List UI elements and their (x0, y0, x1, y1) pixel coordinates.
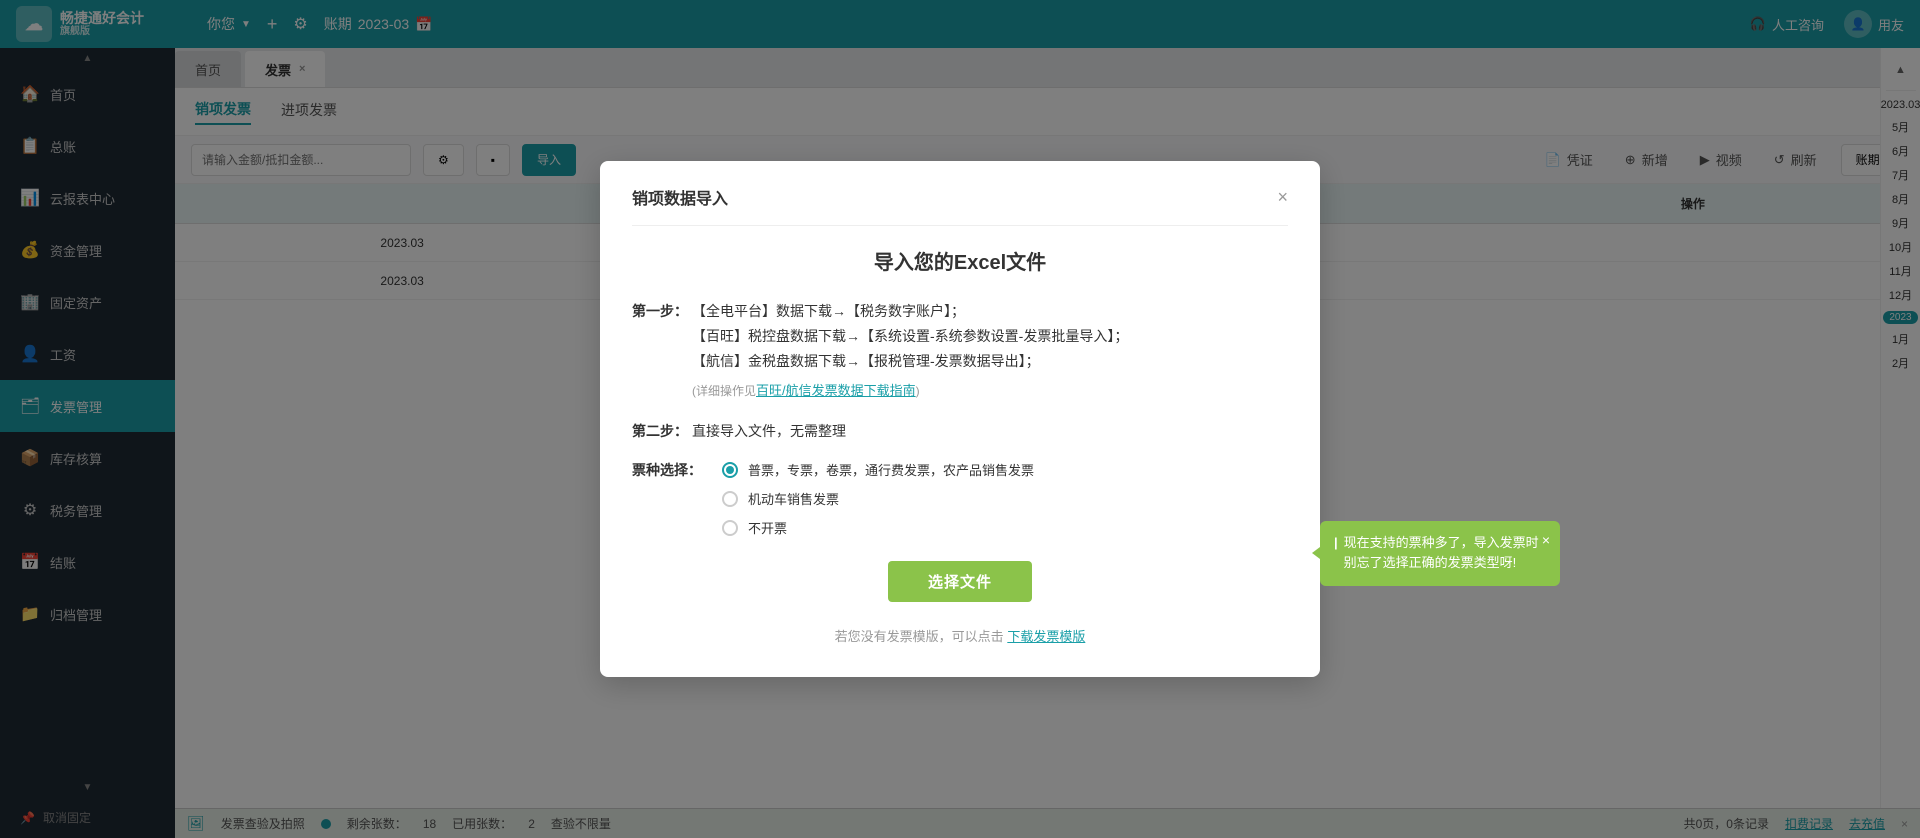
step1-row: 第一步： 【全电平台】数据下载→【税务数字账户】； 【百旺】税控盘数据下载→【系… (632, 299, 1288, 404)
radio-group: 普票，专票，卷票，通行费发票，农产品销售发票 机动车销售发票 不开票 (714, 460, 1034, 537)
ticket-options: 票种选择： 普票，专票，卷票，通行费发票，农产品销售发票 机动车销售发票 不开票 (632, 460, 1288, 537)
step2-content: 直接导入文件，无需整理 (692, 419, 1288, 444)
modal-header: 销项数据导入 × (632, 185, 1288, 226)
radio-motor[interactable]: 机动车销售发票 (722, 489, 1034, 508)
radio-no-ticket[interactable]: 不开票 (722, 518, 1034, 537)
download-template-link[interactable]: 下载发票模版 (1007, 629, 1085, 644)
radio-label-motor: 机动车销售发票 (748, 489, 839, 508)
ticket-label: 票种选择： (632, 460, 702, 480)
radio-label-general: 普票，专票，卷票，通行费发票，农产品销售发票 (748, 460, 1034, 479)
modal-title: 销项数据导入 (632, 185, 728, 209)
step1-link: (详细操作见百旺/航信发票数据下载指南) (692, 378, 1288, 403)
tooltip-box: × | 现在支持的票种多了，导入发票时别忘了选择正确的发票类型呀! (1320, 521, 1560, 587)
radio-circle-motor (722, 491, 738, 507)
radio-general[interactable]: 普票，专票，卷票，通行费发票，农产品销售发票 (722, 460, 1034, 479)
template-link-row: 若您没有发票模版，可以点击 下载发票模版 (632, 626, 1288, 645)
guide-link[interactable]: 百旺/航信发票数据下载指南 (756, 383, 916, 398)
modal-body-title: 导入您的Excel文件 (632, 246, 1288, 275)
radio-label-no-ticket: 不开票 (748, 518, 787, 537)
select-file-button[interactable]: 选择文件 (888, 561, 1032, 602)
step1-line1: 【全电平台】数据下载→【税务数字账户】； (692, 299, 1288, 324)
modal-close-button[interactable]: × (1277, 188, 1288, 206)
modal-overlay: 销项数据导入 × 导入您的Excel文件 第一步： 【全电平台】数据下载→【税务… (0, 0, 1920, 838)
template-hint: 若您没有发票模版，可以点击 (835, 629, 1004, 644)
step1-content: 【全电平台】数据下载→【税务数字账户】； 【百旺】税控盘数据下载→【系统设置-系… (692, 299, 1288, 404)
step1-line3: 【航信】金税盘数据下载→【报税管理-发票数据导出】； (692, 349, 1288, 374)
step1-label: 第一步： (632, 299, 692, 324)
step2-label: 第二步： (632, 419, 692, 444)
radio-circle-no-ticket (722, 520, 738, 536)
import-modal: 销项数据导入 × 导入您的Excel文件 第一步： 【全电平台】数据下载→【税务… (600, 161, 1320, 678)
step1-line2: 【百旺】税控盘数据下载→【系统设置-系统参数设置-发票批量导入】； (692, 324, 1288, 349)
tooltip-close-button[interactable]: × (1542, 529, 1550, 551)
step2-row: 第二步： 直接导入文件，无需整理 (632, 419, 1288, 444)
radio-circle-general (722, 462, 738, 478)
tooltip-text: 现在支持的票种多了，导入发票时别忘了选择正确的发票类型呀! (1344, 533, 1546, 575)
